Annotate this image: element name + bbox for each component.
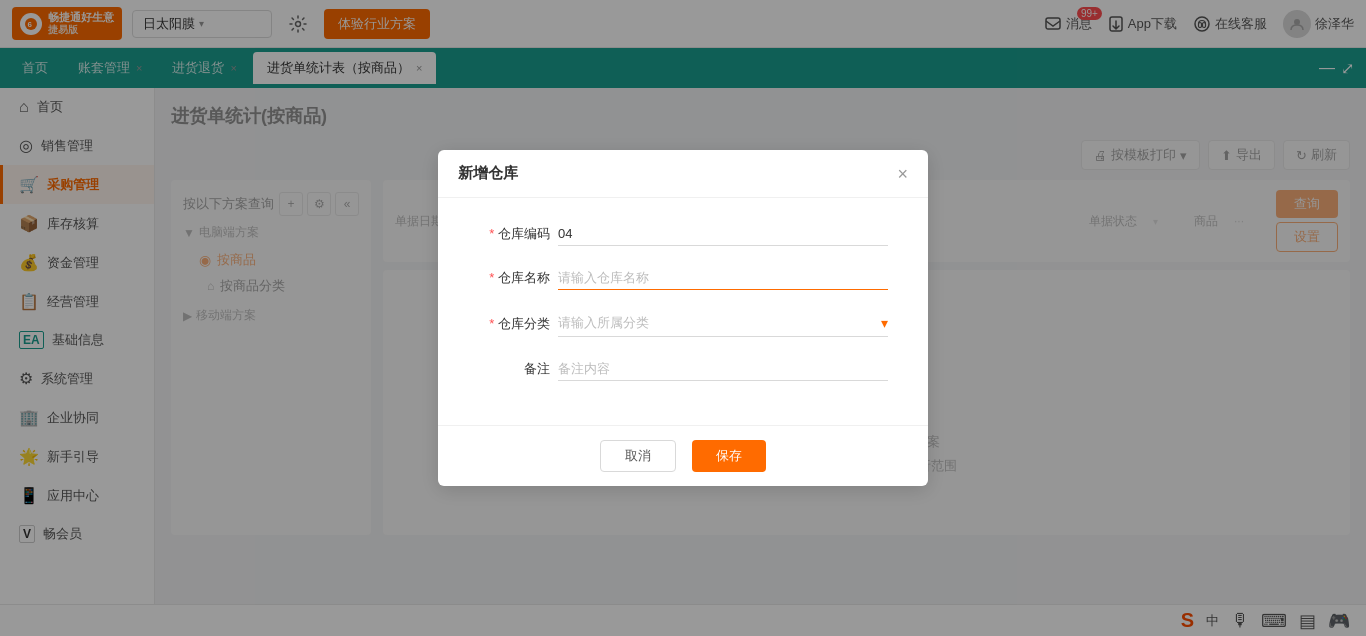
modal-footer: 取消 保存 (438, 425, 928, 486)
code-label: 仓库编码 (478, 225, 558, 243)
category-select[interactable]: 请输入所属分类 ▾ (558, 310, 888, 337)
cancel-button[interactable]: 取消 (600, 440, 676, 472)
code-input[interactable] (558, 222, 888, 246)
modal-body: 仓库编码 仓库名称 仓库分类 请输入所属分类 ▾ 备注 (438, 198, 928, 425)
code-row: 仓库编码 (478, 222, 888, 246)
note-row: 备注 (478, 357, 888, 381)
name-label: 仓库名称 (478, 269, 558, 287)
category-placeholder: 请输入所属分类 (558, 314, 649, 332)
modal-overlay: 新增仓库 × 仓库编码 仓库名称 仓库分类 请输入所属分类 ▾ (0, 0, 1366, 636)
modal-title: 新增仓库 (458, 164, 518, 183)
name-row: 仓库名称 (478, 266, 888, 290)
name-input[interactable] (558, 266, 888, 290)
category-arrow: ▾ (881, 315, 888, 331)
category-row: 仓库分类 请输入所属分类 ▾ (478, 310, 888, 337)
save-button[interactable]: 保存 (692, 440, 766, 472)
note-label: 备注 (478, 360, 558, 378)
category-label: 仓库分类 (478, 315, 558, 333)
add-warehouse-modal: 新增仓库 × 仓库编码 仓库名称 仓库分类 请输入所属分类 ▾ (438, 150, 928, 486)
modal-close-button[interactable]: × (897, 165, 908, 183)
modal-header: 新增仓库 × (438, 150, 928, 198)
note-input[interactable] (558, 357, 888, 381)
